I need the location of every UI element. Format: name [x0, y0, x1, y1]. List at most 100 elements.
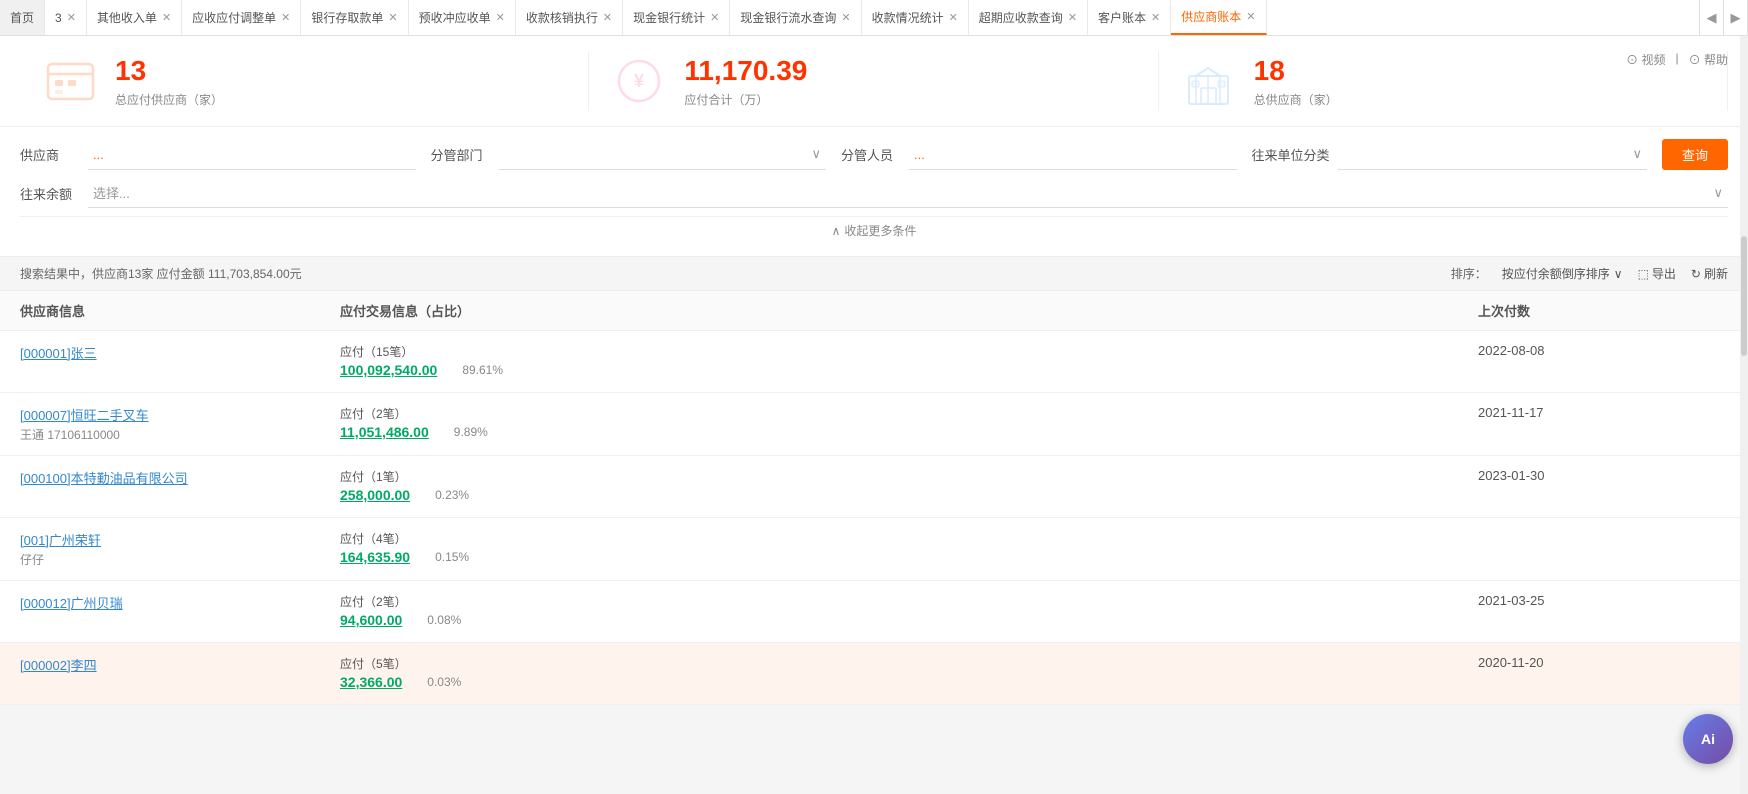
search-button[interactable]: 查询 — [1662, 139, 1728, 170]
nav-overdue-ar-close[interactable]: ✕ — [1068, 11, 1077, 24]
filter-row-2: 往来余额 选择... ∨ — [20, 178, 1728, 208]
lastpay-date-5: 2021-03-25 — [1478, 593, 1545, 608]
video-link[interactable]: ⊙ 视频 — [1626, 51, 1665, 68]
transaction-cell-3: 应付（1笔） 258,000.00 0.23% — [340, 468, 1478, 505]
transaction-amount-3[interactable]: 258,000.00 — [340, 487, 410, 503]
transaction-amount-4[interactable]: 164,635.90 — [340, 549, 410, 565]
stat-card-payable-total: ¥ 11,170.39 应付合计（万） — [589, 51, 1158, 111]
scrollbar-thumb[interactable] — [1741, 236, 1747, 356]
nav-ar-ap-adjust[interactable]: 应收应付调整单 ✕ — [182, 0, 301, 35]
nav-cash-bank-stat-close[interactable]: ✕ — [710, 11, 719, 24]
supplier-link-6[interactable]: [000002]李四 — [20, 658, 97, 673]
supplier-link-1[interactable]: [000001]张三 — [20, 346, 97, 361]
nav-receipt-stat[interactable]: 收款情况统计 ✕ — [862, 0, 969, 35]
transaction-amount-1[interactable]: 100,092,540.00 — [340, 362, 437, 378]
nav-receipt-verify-close[interactable]: ✕ — [603, 11, 612, 24]
total-suppliers-number: 18 — [1254, 54, 1338, 88]
results-right: 排序： 按应付余额倒序排序 ∨ ⬚ 导出 ↻ 刷新 — [1451, 265, 1728, 282]
nav-customer-book-close[interactable]: ✕ — [1151, 11, 1160, 24]
supplier-link-5[interactable]: [000012]广州贝瑞 — [20, 596, 123, 611]
filter-row-1: 供应商 ... 分管部门 ∨ 分管人员 ... 往来单位分类 ∨ 查询 — [20, 139, 1728, 170]
nav-cash-bank-stat-label: 现金银行统计 — [633, 9, 705, 26]
lastpay-date-1: 2022-08-08 — [1478, 343, 1545, 358]
stat-card-payable-suppliers: 13 总应付供应商（家） — [20, 51, 589, 111]
transaction-label-2: 应付（2笔） — [340, 405, 1478, 422]
person-input[interactable]: ... — [909, 140, 1237, 170]
sort-value: 按应付余额倒序排序 — [1502, 265, 1610, 282]
transaction-pct-1: 89.61% — [462, 363, 503, 377]
scrollbar[interactable] — [1740, 36, 1748, 794]
nav-other-income-close[interactable]: ✕ — [162, 11, 171, 24]
main-table: 供应商信息 应付交易信息（占比） 上次付数 [000001]张三 应付（15笔）… — [0, 291, 1748, 705]
category-input[interactable]: ∨ — [1338, 140, 1647, 170]
nav-prepay-ar-close[interactable]: ✕ — [496, 11, 505, 24]
filter-category: 往来单位分类 ∨ — [1252, 140, 1648, 170]
balance-input[interactable]: 选择... ∨ — [88, 178, 1728, 208]
refresh-button[interactable]: ↻ 刷新 — [1691, 265, 1728, 282]
total-suppliers-icon — [1179, 51, 1239, 111]
balance-placeholder: 选择... — [93, 183, 130, 202]
stat-info-payable-suppliers: 13 总应付供应商（家） — [115, 54, 223, 109]
table-header: 供应商信息 应付交易信息（占比） 上次付数 — [0, 291, 1748, 331]
supplier-link-2[interactable]: [000007]恒旺二手叉车 — [20, 408, 149, 423]
nav-receipt-verify-label: 收款核销执行 — [526, 9, 598, 26]
nav-cash-bank-stat[interactable]: 现金银行统计 ✕ — [623, 0, 730, 35]
nav-other-income[interactable]: 其他收入单 ✕ — [87, 0, 182, 35]
table-row: [000001]张三 应付（15笔） 100,092,540.00 89.61%… — [0, 331, 1748, 393]
nav-bank-deposit-close[interactable]: ✕ — [388, 11, 397, 24]
balance-arrow: ∨ — [1713, 185, 1723, 201]
nav-arrow-right[interactable]: ▶ — [1724, 0, 1748, 36]
filter-dept: 分管部门 ∨ — [431, 140, 827, 170]
nav-bank-deposit[interactable]: 银行存取款单 ✕ — [301, 0, 408, 35]
transaction-amount-5[interactable]: 94,600.00 — [340, 612, 402, 628]
nav-cash-bank-flow-close[interactable]: ✕ — [841, 11, 850, 24]
table-row: [000100]本特勤油品有限公司 应付（1笔） 258,000.00 0.23… — [0, 456, 1748, 518]
nav-supplier-book-close[interactable]: ✕ — [1246, 10, 1255, 23]
lastpay-cell-1: 2022-08-08 — [1478, 343, 1678, 358]
nav-receipt-stat-close[interactable]: ✕ — [949, 11, 958, 24]
supplier-link-4[interactable]: [001]广州荣轩 — [20, 533, 101, 548]
transaction-label-4: 应付（4笔） — [340, 530, 1478, 547]
nav-supplier-book[interactable]: 供应商账本 ✕ — [1171, 0, 1266, 35]
dept-input[interactable]: ∨ — [499, 140, 827, 170]
dept-arrow: ∨ — [811, 146, 821, 162]
collapse-button[interactable]: ∧ 收起更多条件 — [20, 216, 1728, 244]
refresh-icon: ↻ — [1691, 267, 1701, 281]
nav-customer-book[interactable]: 客户账本 ✕ — [1088, 0, 1171, 35]
nav-prepay-ar[interactable]: 预收冲应收单 ✕ — [409, 0, 516, 35]
transaction-cell-5: 应付（2笔） 94,600.00 0.08% — [340, 593, 1478, 630]
nav-cash-bank-flow[interactable]: 现金银行流水查询 ✕ — [730, 0, 861, 35]
transaction-pct-4: 0.15% — [435, 550, 469, 564]
stats-header: 13 总应付供应商（家） ¥ 11,170.39 应付合计（万） — [0, 36, 1748, 127]
nav-ar-ap-adjust-close[interactable]: ✕ — [281, 11, 290, 24]
sort-select[interactable]: 按应付余额倒序排序 ∨ — [1502, 265, 1623, 282]
transaction-amount-6[interactable]: 32,366.00 — [340, 674, 402, 690]
nav-other-income-label: 其他收入单 — [97, 9, 157, 26]
export-button[interactable]: ⬚ 导出 — [1638, 265, 1676, 282]
nav-home[interactable]: 首页 — [0, 0, 45, 35]
filter-supplier: 供应商 ... — [20, 140, 416, 170]
transaction-amount-2[interactable]: 11,051,486.00 — [340, 424, 429, 440]
filter-balance: 往来余额 选择... ∨ — [20, 178, 1728, 208]
lastpay-cell-3: 2023-01-30 — [1478, 468, 1678, 483]
supplier-cell-6: [000002]李四 — [20, 655, 340, 674]
supplier-label: 供应商 — [20, 145, 80, 164]
help-link[interactable]: ⊙ 帮助 — [1689, 51, 1728, 68]
header-transaction: 应付交易信息（占比） — [340, 301, 1478, 320]
nav-overdue-ar[interactable]: 超期应收款查询 ✕ — [969, 0, 1088, 35]
ai-button[interactable]: Ai — [1683, 714, 1733, 764]
supplier-link-3[interactable]: [000100]本特勤油品有限公司 — [20, 471, 188, 486]
nav-receipt-verify[interactable]: 收款核销执行 ✕ — [516, 0, 623, 35]
sort-label: 排序： — [1451, 265, 1487, 282]
balance-label: 往来余额 — [20, 184, 80, 203]
results-summary: 搜索结果中，供应商13家 应付金额 111,703,854.00元 — [20, 265, 302, 282]
supplier-cell-5: [000012]广州贝瑞 — [20, 593, 340, 612]
nav-tab3-close[interactable]: ✕ — [67, 11, 76, 24]
nav-ar-ap-adjust-label: 应收应付调整单 — [192, 9, 276, 26]
nav-tab3[interactable]: 3 ✕ — [45, 0, 87, 35]
supplier-cell-1: [000001]张三 — [20, 343, 340, 362]
top-navigation: 首页 3 ✕ 其他收入单 ✕ 应收应付调整单 ✕ 银行存取款单 ✕ 预收冲应收单… — [0, 0, 1748, 36]
nav-arrow-left[interactable]: ◀ — [1700, 0, 1724, 36]
supplier-input[interactable]: ... — [88, 140, 416, 170]
dept-label: 分管部门 — [431, 145, 491, 164]
